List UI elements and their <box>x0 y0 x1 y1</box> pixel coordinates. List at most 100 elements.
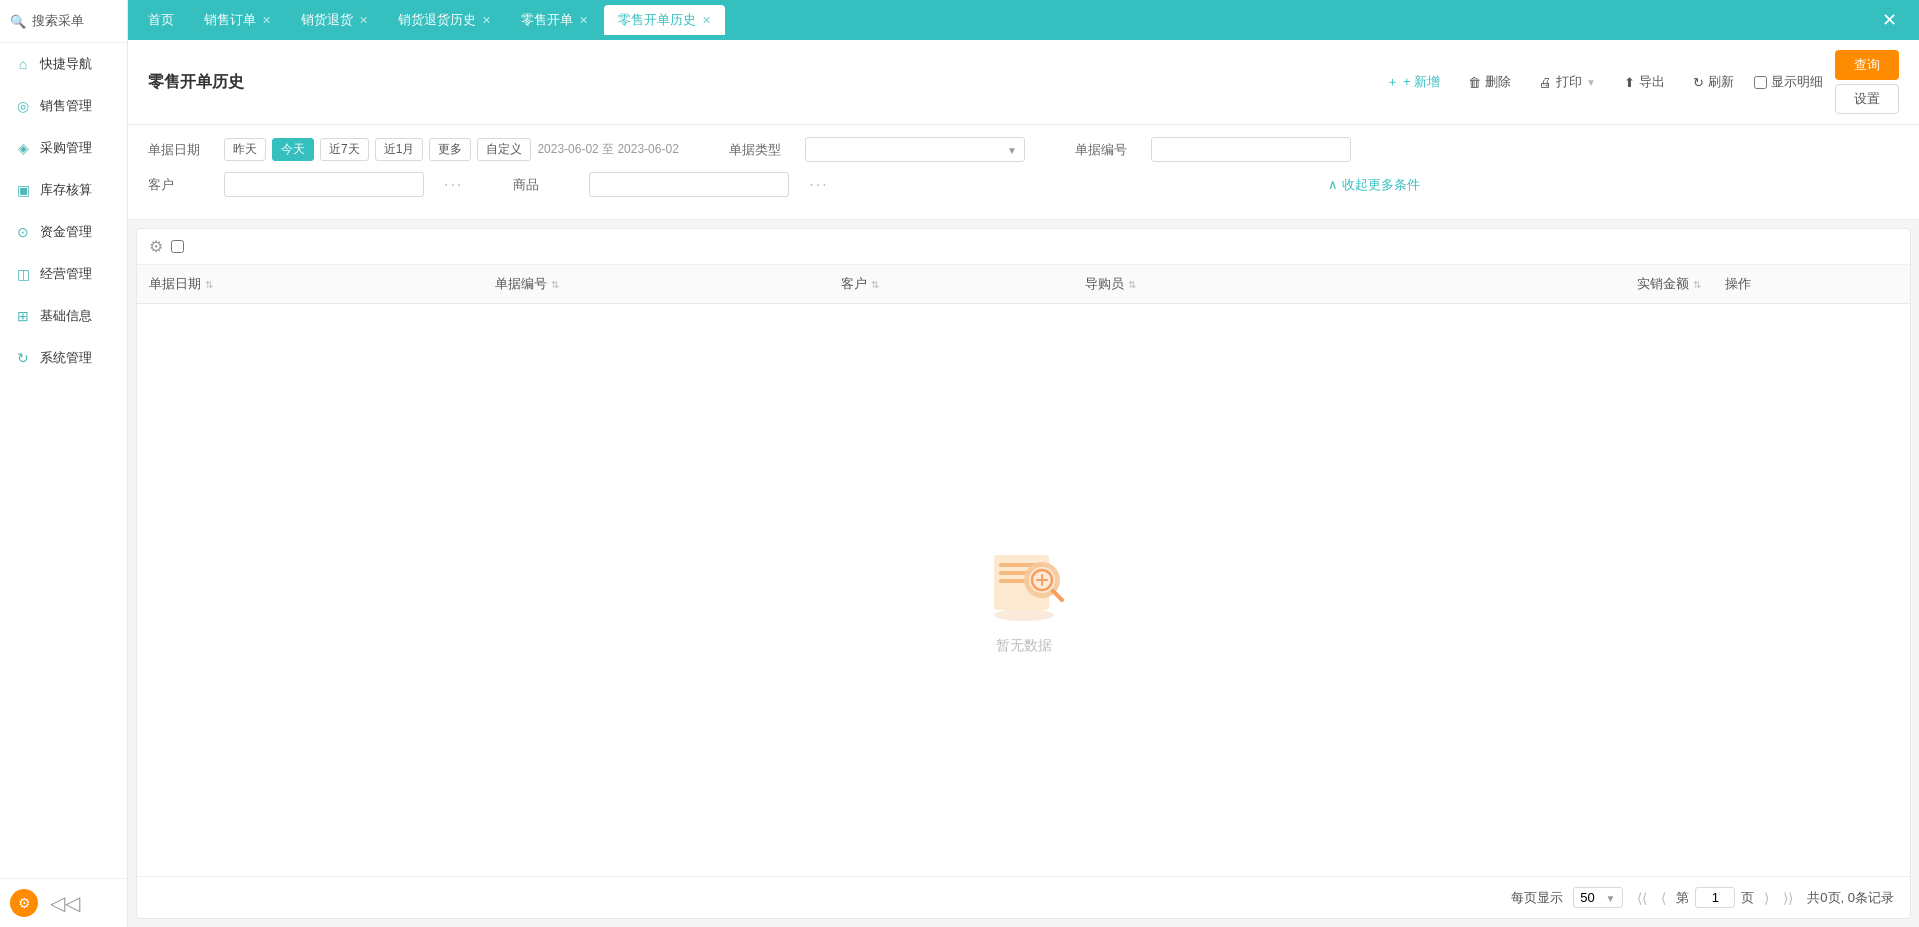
filter-area: 单据日期 昨天 今天 近7天 近1月 更多 自定义 2023-06-02 至 2… <box>128 125 1919 220</box>
sidebar-search[interactable]: 🔍 搜索采单 <box>0 0 127 43</box>
sidebar-search-label: 搜索采单 <box>32 12 84 30</box>
sidebar-nav: ⌂ 快捷导航 ◎ 销售管理 ◈ 采购管理 ▣ 库存核算 ⊙ 资金管理 ◫ 经营管… <box>0 43 127 878</box>
empty-area: 暂无数据 <box>137 304 1910 876</box>
tab-sales-order-close[interactable]: ✕ <box>262 14 271 27</box>
inventory-icon: ▣ <box>14 181 32 199</box>
tab-sales-return[interactable]: 销货退货 ✕ <box>287 5 382 35</box>
date-btn-7days[interactable]: 近7天 <box>320 138 369 161</box>
top-right-actions: ✕ <box>1876 9 1913 31</box>
select-all-checkbox[interactable] <box>171 240 184 253</box>
sidebar-item-label: 销售管理 <box>40 97 92 115</box>
print-dropdown-icon: ▼ <box>1586 77 1596 88</box>
customer-dots[interactable]: ··· <box>444 176 463 194</box>
col-amount[interactable]: 实销金额⇅ <box>1367 265 1713 304</box>
date-filter-label: 单据日期 <box>148 141 204 159</box>
date-btn-custom[interactable]: 自定义 <box>477 138 531 161</box>
tab-sales-return-history-close[interactable]: ✕ <box>482 14 491 27</box>
display-detail-label: 显示明细 <box>1771 73 1823 91</box>
display-detail-checkbox[interactable] <box>1754 76 1767 89</box>
page-size-select-wrapper: 50 100 <box>1573 887 1623 908</box>
voucher-no-label: 单据编号 <box>1075 141 1131 159</box>
page-navigation: ⟨⟨ ⟨ 第 页 ⟩ ⟩⟩ <box>1633 887 1797 908</box>
page-size-select[interactable]: 50 100 <box>1573 887 1623 908</box>
date-btn-more[interactable]: 更多 <box>429 138 471 161</box>
table-header: 单据日期⇅ 单据编号⇅ 客户⇅ 导购员⇅ 实销金额⇅ <box>137 265 1910 304</box>
prev-page-btn[interactable]: ⟨ <box>1657 888 1670 908</box>
export-button[interactable]: ⬆ 导出 <box>1616 69 1673 95</box>
collapse-sidebar-btn[interactable]: ◁◁ <box>50 891 80 915</box>
add-icon: ＋ <box>1386 73 1399 91</box>
settings-icon-btn[interactable]: ⚙ <box>10 889 38 917</box>
sidebar-item-label: 库存核算 <box>40 181 92 199</box>
sales-icon: ◎ <box>14 97 32 115</box>
svg-point-0 <box>994 609 1054 621</box>
next-page-btn[interactable]: ⟩ <box>1760 888 1773 908</box>
goods-dots[interactable]: ··· <box>809 176 828 194</box>
refresh-button[interactable]: ↻ 刷新 <box>1685 69 1742 95</box>
tab-sales-order[interactable]: 销售订单 ✕ <box>190 5 285 35</box>
col-no[interactable]: 单据编号⇅ <box>483 265 829 304</box>
collapse-more-btn[interactable]: ∧ 收起更多条件 <box>1328 176 1420 194</box>
tab-sales-return-history[interactable]: 销货退货历史 ✕ <box>384 5 505 35</box>
sidebar-item-inventory[interactable]: ▣ 库存核算 <box>0 169 127 211</box>
tab-sales-return-close[interactable]: ✕ <box>359 14 368 27</box>
tab-sales-return-label: 销货退货 <box>301 11 353 29</box>
date-btn-today[interactable]: 今天 <box>272 138 314 161</box>
col-salesperson[interactable]: 导购员⇅ <box>1073 265 1368 304</box>
window-close-btn[interactable]: ✕ <box>1876 9 1903 31</box>
tab-home-label: 首页 <box>148 11 174 29</box>
add-button[interactable]: ＋ + 新增 <box>1378 69 1448 95</box>
top-tabs: 首页 销售订单 ✕ 销货退货 ✕ 销货退货历史 ✕ 零售开单 ✕ 零售开单历史 … <box>128 0 1919 40</box>
delete-button[interactable]: 🗑 删除 <box>1460 69 1519 95</box>
first-page-btn[interactable]: ⟨⟨ <box>1633 888 1651 908</box>
setting-button[interactable]: 设置 <box>1835 84 1899 114</box>
print-icon: 🖨 <box>1539 75 1552 90</box>
date-btn-1month[interactable]: 近1月 <box>375 138 424 161</box>
query-button[interactable]: 查询 <box>1835 50 1899 80</box>
sidebar-item-label: 系统管理 <box>40 349 92 367</box>
sidebar-item-label: 基础信息 <box>40 307 92 325</box>
tab-retail-open[interactable]: 零售开单 ✕ <box>507 5 602 35</box>
search-icon: 🔍 <box>10 14 26 29</box>
tab-retail-open-history[interactable]: 零售开单历史 ✕ <box>604 5 725 35</box>
page-word-prefix: 第 <box>1676 889 1689 907</box>
goods-input[interactable] <box>589 172 789 197</box>
customer-input[interactable] <box>224 172 424 197</box>
total-text: 共0页, 0条记录 <box>1807 889 1894 907</box>
print-button[interactable]: 🖨 打印 ▼ <box>1531 69 1604 95</box>
table-settings-icon[interactable]: ⚙ <box>149 237 163 256</box>
filter-row-2: 客户 ··· 商品 ··· ∧ 收起更多条件 <box>148 172 1899 197</box>
tab-home[interactable]: 首页 <box>134 5 188 35</box>
page-number-input[interactable] <box>1695 887 1735 908</box>
sidebar-item-quick-nav[interactable]: ⌂ 快捷导航 <box>0 43 127 85</box>
sidebar-item-purchase-mgmt[interactable]: ◈ 采购管理 <box>0 127 127 169</box>
sidebar-item-operations[interactable]: ◫ 经营管理 <box>0 253 127 295</box>
display-detail-checkbox-label[interactable]: 显示明细 <box>1754 73 1823 91</box>
sidebar-item-finance[interactable]: ⊙ 资金管理 <box>0 211 127 253</box>
print-label: 打印 <box>1556 73 1582 91</box>
refresh-icon: ↻ <box>1693 75 1704 90</box>
empty-illustration <box>974 525 1074 625</box>
col-date[interactable]: 单据日期⇅ <box>137 265 483 304</box>
voucher-type-select[interactable] <box>805 137 1025 162</box>
tab-retail-open-history-close[interactable]: ✕ <box>702 14 711 27</box>
chevron-up-icon: ∧ <box>1328 177 1338 192</box>
date-btn-yesterday[interactable]: 昨天 <box>224 138 266 161</box>
finance-icon: ⊙ <box>14 223 32 241</box>
date-filter-group: 昨天 今天 近7天 近1月 更多 自定义 2023-06-02 至 2023-0… <box>224 138 679 161</box>
delete-label: 删除 <box>1485 73 1511 91</box>
empty-text: 暂无数据 <box>996 637 1052 655</box>
sidebar-bottom: ⚙ ◁◁ <box>0 878 127 927</box>
sidebar-item-sales-mgmt[interactable]: ◎ 销售管理 <box>0 85 127 127</box>
sidebar-item-basic-info[interactable]: ⊞ 基础信息 <box>0 295 127 337</box>
add-label: + 新增 <box>1403 73 1440 91</box>
tab-retail-open-close[interactable]: ✕ <box>579 14 588 27</box>
voucher-no-input[interactable] <box>1151 137 1351 162</box>
sidebar-item-sys-mgmt[interactable]: ↻ 系统管理 <box>0 337 127 379</box>
col-customer[interactable]: 客户⇅ <box>829 265 1073 304</box>
sidebar-item-label: 快捷导航 <box>40 55 92 73</box>
last-page-btn[interactable]: ⟩⟩ <box>1779 888 1797 908</box>
page-header: 零售开单历史 ＋ + 新增 🗑 删除 🖨 打印 ▼ ⬆ 导出 <box>128 40 1919 125</box>
tab-sales-order-label: 销售订单 <box>204 11 256 29</box>
tab-retail-open-history-label: 零售开单历史 <box>618 11 696 29</box>
